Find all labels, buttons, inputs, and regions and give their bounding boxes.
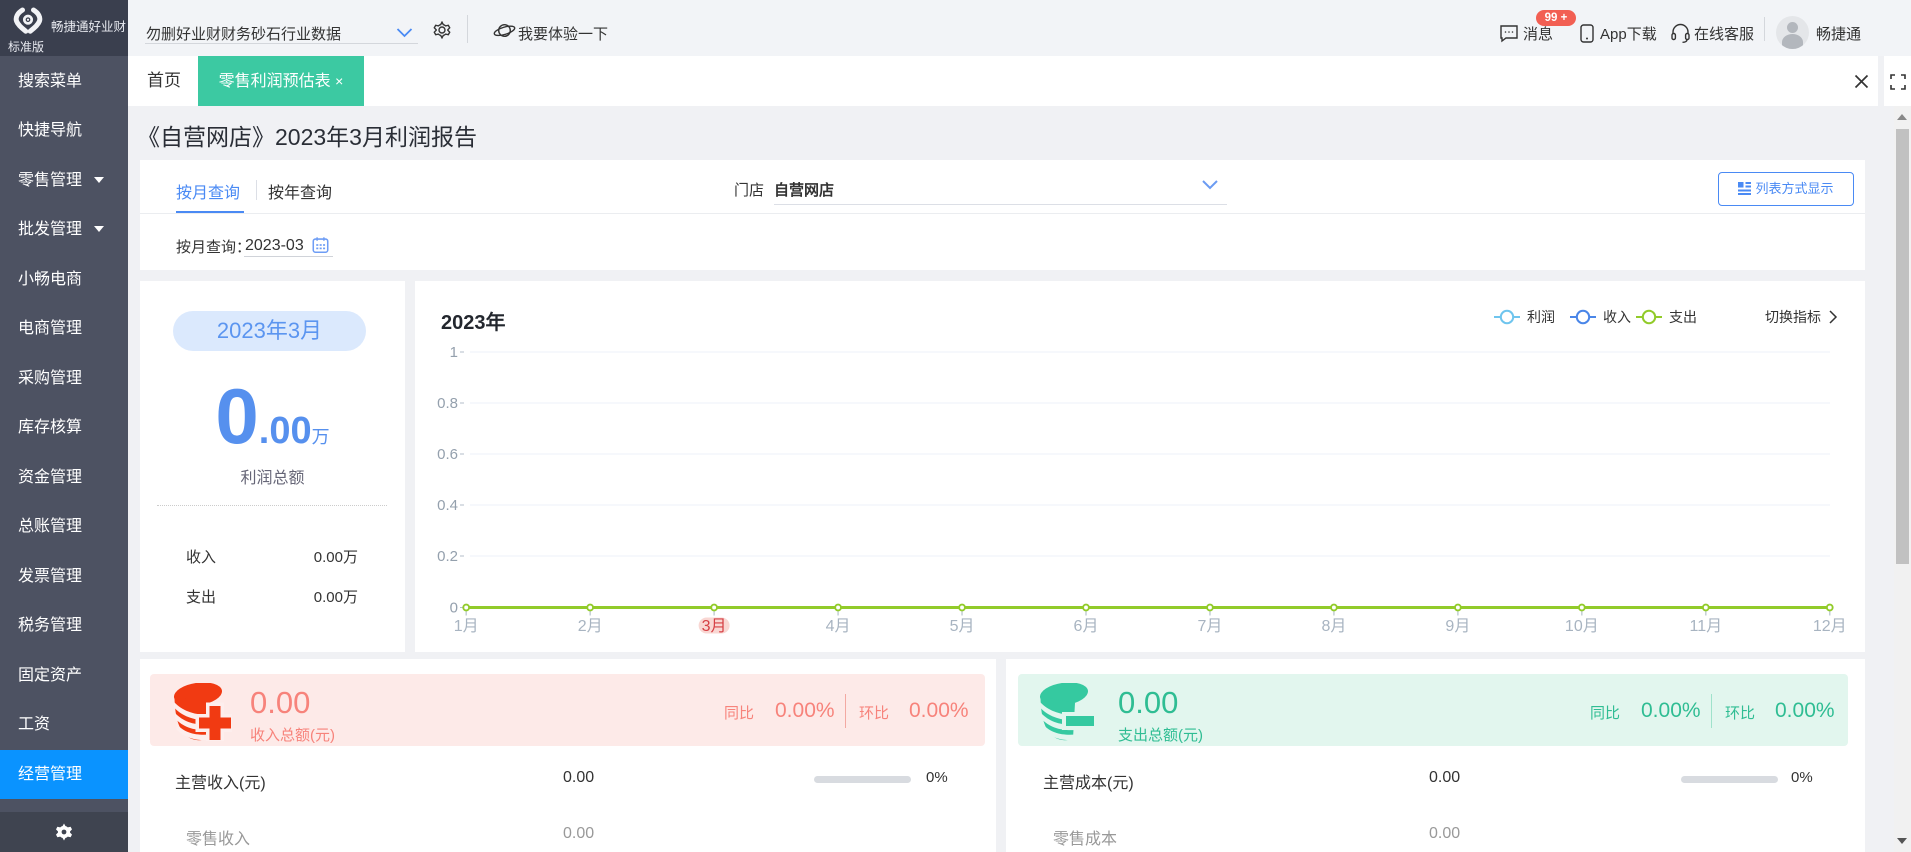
- svg-text:5月: 5月: [950, 618, 975, 635]
- svg-text:0: 0: [450, 600, 458, 617]
- svg-text:7月: 7月: [1198, 618, 1223, 635]
- svg-text:0.6: 0.6: [437, 446, 458, 463]
- svg-text:1月: 1月: [454, 618, 479, 635]
- svg-text:切换指标: 切换指标: [1765, 309, 1821, 325]
- svg-text:11月: 11月: [1689, 618, 1722, 635]
- svg-text:支出: 支出: [1669, 309, 1697, 325]
- svg-text:6月: 6月: [1074, 618, 1099, 635]
- svg-text:4月: 4月: [826, 618, 851, 635]
- svg-text:9月: 9月: [1445, 618, 1470, 635]
- svg-text:收入: 收入: [1603, 309, 1631, 325]
- svg-text:8月: 8月: [1321, 618, 1346, 635]
- svg-text:0.2: 0.2: [437, 548, 458, 565]
- svg-text:1: 1: [450, 344, 458, 361]
- svg-text:12月: 12月: [1813, 618, 1847, 635]
- svg-text:10月: 10月: [1565, 618, 1599, 635]
- svg-text:0.4: 0.4: [437, 497, 458, 514]
- svg-text:0.8: 0.8: [437, 395, 458, 412]
- svg-text:利润: 利润: [1527, 309, 1555, 325]
- svg-text:3月: 3月: [702, 618, 727, 635]
- svg-text:2月: 2月: [578, 618, 603, 635]
